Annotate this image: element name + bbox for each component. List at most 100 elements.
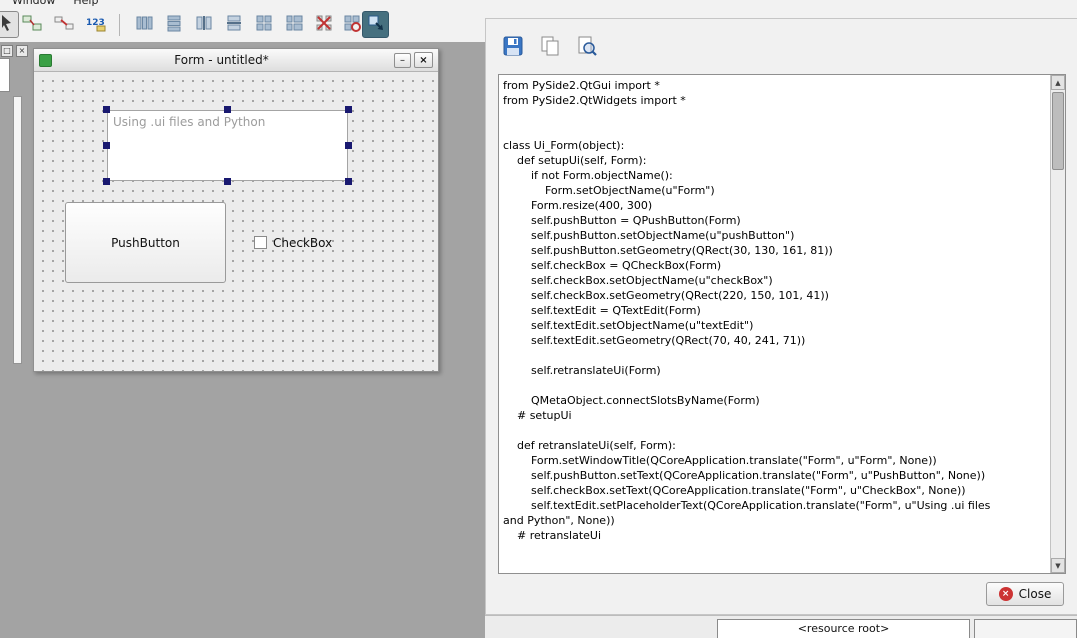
code-line: self.textEdit.setGeometry(QRect(70, 40, … (503, 333, 1050, 348)
edit-buddies-button[interactable] (50, 11, 77, 38)
layout-vertically-icon (164, 13, 184, 37)
selection-handle-bottom-middle[interactable] (224, 178, 231, 185)
layout-horizontal-splitter-button[interactable] (190, 11, 217, 38)
code-line: # retranslateUi (503, 528, 1050, 543)
code-line: self.pushButton.setObjectName(u"pushButt… (503, 228, 1050, 243)
resource-root-item[interactable]: <resource root> (717, 619, 970, 638)
save-icon (502, 35, 524, 61)
checkbox-box[interactable] (254, 236, 267, 249)
close-button[interactable]: × Close (986, 582, 1064, 606)
form-window-titlebar[interactable]: Form - untitled* – × (34, 49, 438, 72)
menu-window[interactable]: Window (12, 0, 55, 7)
code-line (503, 108, 1050, 123)
scroll-up-button[interactable]: ▲ (1051, 75, 1065, 90)
code-line: and Python", None)) (503, 513, 1050, 528)
layout-vertical-splitter-button[interactable] (220, 11, 247, 38)
code-line: self.checkBox.setObjectName(u"checkBox") (503, 273, 1050, 288)
code-line: Form.resize(400, 300) (503, 198, 1050, 213)
textedit-placeholder: Using .ui files and Python (113, 115, 265, 129)
menubar: Window Help (12, 0, 116, 7)
code-line: # setupUi (503, 408, 1050, 423)
code-line: self.checkBox.setGeometry(QRect(220, 150… (503, 288, 1050, 303)
layout-horizontal-splitter-icon (194, 13, 214, 37)
edit-tab-order-icon: 123 (85, 13, 107, 37)
form-window-icon (39, 54, 52, 67)
dock-close-button[interactable]: × (16, 45, 28, 57)
code-line: self.pushButton = QPushButton(Form) (503, 213, 1050, 228)
code-line: self.checkBox = QCheckBox(Form) (503, 258, 1050, 273)
selection-handle-middle-left[interactable] (103, 142, 110, 149)
edit-buddies-icon (54, 13, 74, 37)
code-line: def retranslateUi(self, Form): (503, 438, 1050, 453)
qt-designer-app: Window Help 123 (0, 0, 1077, 638)
code-line: self.retranslateUi(Form) (503, 363, 1050, 378)
code-text[interactable]: from PySide2.QtGui import *from PySide2.… (499, 75, 1050, 573)
layout-grid-icon (254, 13, 274, 37)
edit-tab-order-button[interactable]: 123 (82, 11, 109, 38)
find-button[interactable] (574, 35, 600, 61)
code-line (503, 123, 1050, 138)
form-minimize-button[interactable]: – (394, 53, 411, 68)
close-button-icon: × (999, 587, 1013, 601)
copy-button[interactable] (537, 35, 563, 61)
form-editor-window: Form - untitled* – × Using .ui files and… (33, 48, 439, 372)
code-line (503, 378, 1050, 393)
scroll-down-button[interactable]: ▼ (1051, 558, 1065, 573)
code-line: self.pushButton.setText(QCoreApplication… (503, 468, 1050, 483)
code-line (503, 348, 1050, 363)
copy-icon (539, 35, 561, 61)
collapsed-panel-fragment (13, 96, 22, 364)
selection-handle-bottom-left[interactable] (103, 178, 110, 185)
code-dialog-toolbar (500, 35, 600, 61)
code-line: Form.setObjectName(u"Form") (503, 183, 1050, 198)
selection-handle-top-left[interactable] (103, 106, 110, 113)
close-button-label: Close (1019, 587, 1052, 601)
adjust-size-button[interactable] (362, 11, 389, 38)
dock-titlebar-buttons: □ × (1, 45, 28, 57)
code-scrollbar[interactable]: ▲ ▼ (1050, 75, 1065, 573)
checkbox-widget[interactable]: CheckBox (254, 222, 355, 263)
code-line: from PySide2.QtGui import * (503, 78, 1050, 93)
edit-signals-slots-icon (22, 13, 42, 37)
layout-grid-button[interactable] (250, 11, 277, 38)
layout-vertical-splitter-icon (224, 13, 244, 37)
main-toolbar: 123 (0, 8, 485, 42)
layout-horizontally-icon (134, 13, 154, 37)
resource-panel-fragment[interactable] (974, 619, 1077, 638)
adjust-size-icon (366, 13, 386, 37)
break-layout-button[interactable] (310, 11, 337, 38)
code-line: QMetaObject.connectSlotsByName(Form) (503, 393, 1050, 408)
code-line: def setupUi(self, Form): (503, 153, 1050, 168)
selection-handle-middle-right[interactable] (345, 142, 352, 149)
menu-help[interactable]: Help (73, 0, 98, 7)
form-close-button[interactable]: × (414, 52, 433, 68)
form-window-title: Form - untitled* (52, 53, 391, 67)
code-preview-dialog: from PySide2.QtGui import *from PySide2.… (485, 18, 1077, 615)
layout-horizontally-button[interactable] (130, 11, 157, 38)
edit-signals-slots-button[interactable] (18, 11, 45, 38)
form-canvas[interactable]: Using .ui files and Python PushButton Ch… (34, 72, 438, 371)
edit-widgets-icon (0, 13, 16, 37)
layout-form-button[interactable] (280, 11, 307, 38)
code-line: self.textEdit.setObjectName(u"textEdit") (503, 318, 1050, 333)
simplify-grid-layout-icon (342, 13, 362, 37)
selection-handle-top-middle[interactable] (224, 106, 231, 113)
edit-widgets-button[interactable] (0, 11, 19, 38)
scrollbar-thumb[interactable] (1052, 92, 1064, 170)
textedit-widget[interactable]: Using .ui files and Python (107, 110, 348, 181)
break-layout-icon (314, 13, 334, 37)
selection-handle-bottom-right[interactable] (345, 178, 352, 185)
code-line (503, 423, 1050, 438)
save-button[interactable] (500, 35, 526, 61)
code-line: self.pushButton.setGeometry(QRect(30, 13… (503, 243, 1050, 258)
simplify-grid-layout-button[interactable] (338, 11, 365, 38)
layout-form-icon (284, 13, 304, 37)
selection-handle-top-right[interactable] (345, 106, 352, 113)
dock-float-button[interactable]: □ (1, 45, 13, 57)
checkbox-label: CheckBox (273, 236, 332, 250)
resource-browser-fragment: <resource root> (485, 615, 1077, 638)
pushbutton-widget[interactable]: PushButton (65, 202, 226, 283)
layout-vertically-button[interactable] (160, 11, 187, 38)
code-editor[interactable]: from PySide2.QtGui import *from PySide2.… (498, 74, 1066, 574)
code-line: self.checkBox.setText(QCoreApplication.t… (503, 483, 1050, 498)
